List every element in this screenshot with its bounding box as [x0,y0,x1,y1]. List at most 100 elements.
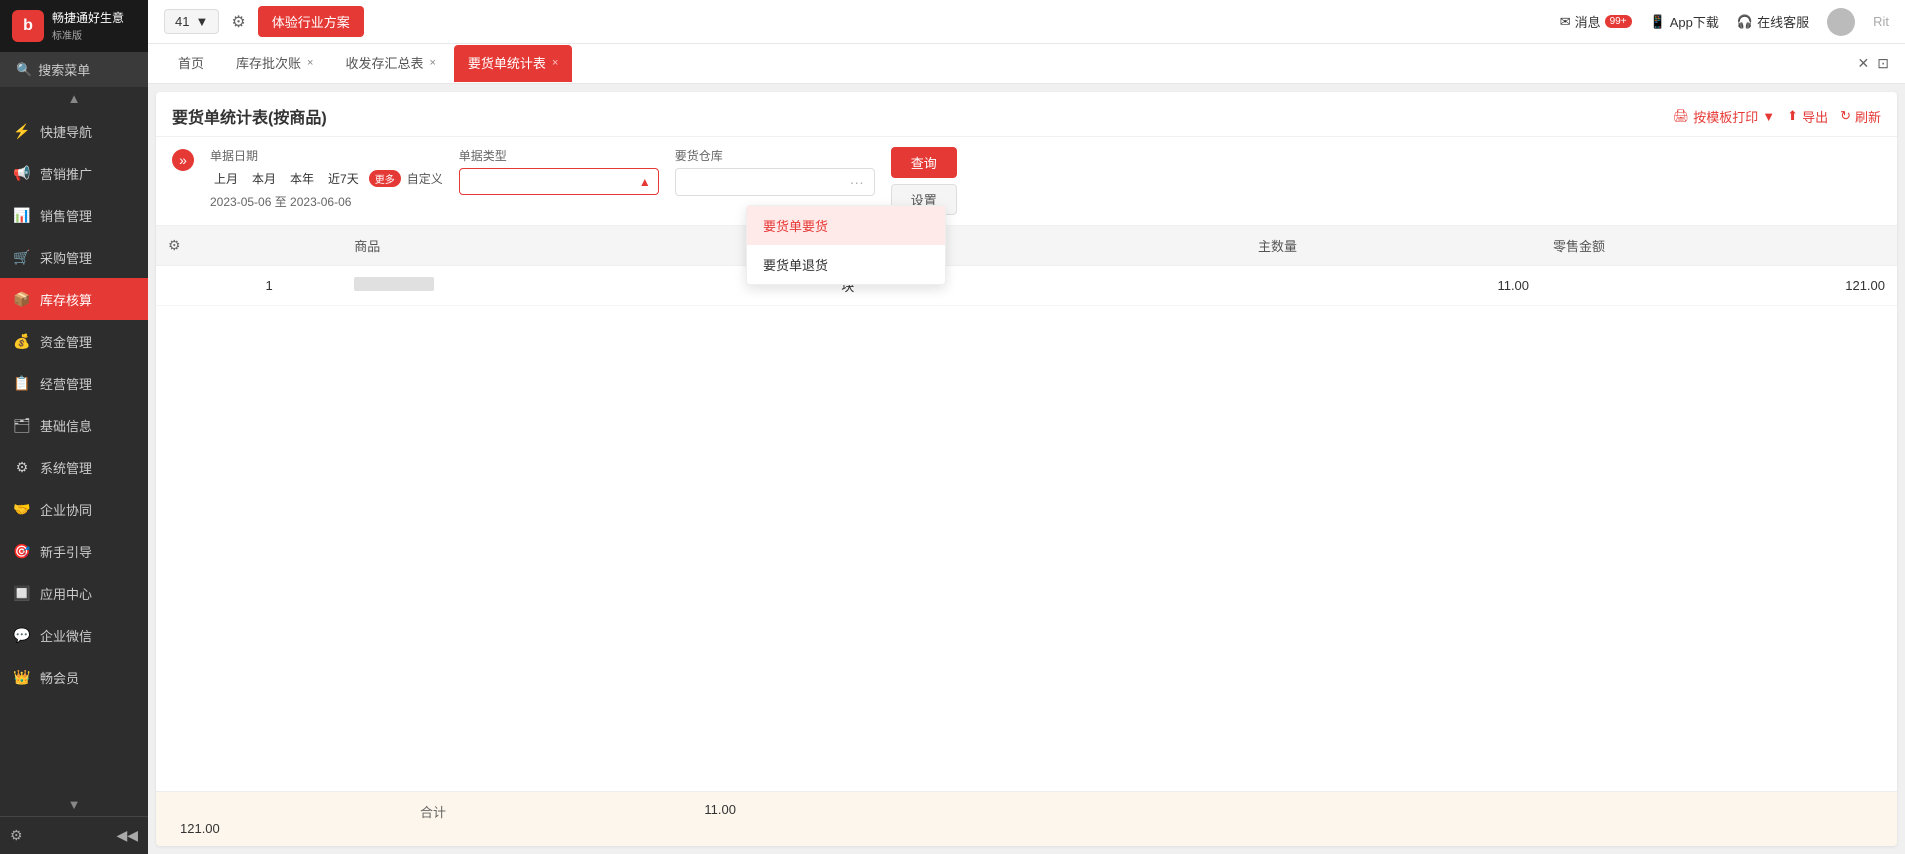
dropdown-item-label: 要货单退货 [763,258,828,273]
search-icon: 🔍 [16,62,32,78]
sidebar: b 畅捷通好生意 标准版 🔍 搜索菜单 ▲ ⚡ 快捷导航 📢 营销推广 📊 销售… [0,0,148,854]
total-empty-unit [528,802,628,821]
more-date-badge[interactable]: 更多 [369,170,401,187]
finance-icon: 💰 [12,331,32,351]
collapse-sidebar-btn[interactable]: ◀◀ [116,827,138,844]
tab-receive-summary[interactable]: 收发存汇总表 × [331,45,449,82]
sidebar-item-operations[interactable]: 📋 经营管理 [0,362,148,404]
operations-icon: 📋 [12,373,32,393]
sidebar-footer: ⚙ ◀◀ [0,816,148,854]
search-label: 搜索菜单 [38,60,90,79]
sidebar-item-enterprise-wechat[interactable]: 💬 企业微信 [0,614,148,656]
recent-7days-btn[interactable]: 近7天 [324,168,363,189]
sidebar-item-sales[interactable]: 📊 销售管理 [0,194,148,236]
sidebar-nav: ⚡ 快捷导航 📢 营销推广 📊 销售管理 🛒 采购管理 📦 库存核算 💰 资金管… [0,110,148,793]
tab-home[interactable]: 首页 [164,45,218,82]
branch-selector[interactable]: 41 ▼ [164,9,219,34]
col-header-index [196,226,342,266]
page-header: 要货单统计表(按商品) 🖨 按模板打印 ▼ ⬆ 导出 ↻ 刷新 [156,92,1897,137]
settings-bottom-btn[interactable]: ⚙ [10,827,23,844]
table-footer: 合计 11.00 121.00 [156,791,1897,846]
user-avatar[interactable] [1827,8,1855,36]
row-amount: 121.00 [1541,266,1897,306]
sidebar-item-finance[interactable]: 💰 资金管理 [0,320,148,362]
current-year-btn[interactable]: 本年 [286,168,318,189]
branch-value: 41 [175,14,189,29]
tab-close-receive-summary[interactable]: × [429,57,435,69]
total-quantity: 11.00 [628,802,748,821]
sidebar-item-newbie[interactable]: 🎯 新手引导 [0,530,148,572]
tab-window-controls: ✕ ⊡ [1858,55,1889,72]
sidebar-item-quick-nav[interactable]: ⚡ 快捷导航 [0,110,148,152]
headphone-icon: 🎧 [1737,14,1753,30]
marketing-icon: 📢 [12,163,32,183]
system-icon: ⚙ [12,457,32,477]
refresh-icon: ↻ [1840,108,1851,124]
filter-expand-btn[interactable]: » [172,149,194,171]
tab-order-stats[interactable]: 要货单统计表 × [454,45,572,82]
warehouse-filter-label: 要货仓库 [675,147,875,164]
sidebar-item-system[interactable]: ⚙ 系统管理 [0,446,148,488]
vip-icon: 👑 [12,667,32,687]
type-select-input[interactable] [459,168,659,195]
messages-btn[interactable]: ✉ 消息 99+ [1560,12,1632,31]
print-template-btn[interactable]: 🖨 按模板打印 ▼ [1673,107,1775,126]
total-row: 合计 11.00 121.00 [168,802,1885,836]
export-btn[interactable]: ⬆ 导出 [1787,107,1828,126]
dropdown-item-order-goods[interactable]: 要货单要货 [747,206,945,245]
sidebar-search[interactable]: 🔍 搜索菜单 [0,52,148,87]
basic-info-icon: 🗂 [12,415,32,435]
sidebar-logo: b 畅捷通好生意 标准版 [0,0,148,52]
sidebar-item-label: 资金管理 [40,332,92,351]
prev-month-btn[interactable]: 上月 [210,168,242,189]
dropdown-item-label: 要货单要货 [763,219,828,234]
export-icon: ⬆ [1787,108,1798,124]
sidebar-item-vip[interactable]: 👑 畅会员 [0,656,148,698]
app-logo-icon: b [12,10,44,42]
sidebar-item-marketing[interactable]: 📢 营销推广 [0,152,148,194]
warehouse-input[interactable] [686,175,850,190]
custom-date-btn[interactable]: 自定义 [407,170,443,187]
restore-tab-btn[interactable]: ⊡ [1877,55,1889,72]
current-month-btn[interactable]: 本月 [248,168,280,189]
quick-nav-icon: ⚡ [12,121,32,141]
tab-close-order-stats[interactable]: × [552,57,558,69]
tab-home-label: 首页 [178,53,204,72]
sidebar-item-purchase[interactable]: 🛒 采购管理 [0,236,148,278]
dropdown-item-order-return[interactable]: 要货单退货 [747,245,945,284]
inventory-icon: 📦 [12,289,32,309]
page-title: 要货单统计表(按商品) [172,104,327,128]
close-tab-btn[interactable]: ✕ [1858,55,1870,72]
total-amount: 121.00 [168,821,208,836]
tab-close-inventory-batch[interactable]: × [307,57,313,69]
date-range-display: 2023-05-06 至 2023-06-06 [210,193,443,210]
online-service-label: 在线客服 [1757,12,1809,31]
page-content: 要货单统计表(按商品) 🖨 按模板打印 ▼ ⬆ 导出 ↻ 刷新 » [156,92,1897,846]
tab-inventory-batch[interactable]: 库存批次账 × [222,45,327,82]
query-btn[interactable]: 查询 [891,147,957,178]
total-empty-settings [168,802,208,821]
header-settings-btn[interactable]: ⚙ [231,12,245,32]
refresh-btn[interactable]: ↻ 刷新 [1840,107,1881,126]
page-actions: 🖨 按模板打印 ▼ ⬆ 导出 ↻ 刷新 [1673,107,1881,126]
header-right: ✉ 消息 99+ 📱 App下载 🎧 在线客服 Rit [1560,8,1889,36]
type-dropdown-arrow[interactable]: ▲ [639,175,651,189]
sidebar-item-enterprise-collab[interactable]: 🤝 企业协同 [0,488,148,530]
app-download-btn[interactable]: 📱 App下载 [1650,12,1719,31]
warehouse-more-btn[interactable]: ··· [850,174,864,190]
sidebar-item-app-center[interactable]: 🔲 应用中心 [0,572,148,614]
scroll-up-arrow[interactable]: ▲ [0,87,148,110]
sidebar-item-label: 新手引导 [40,542,92,561]
online-service-btn[interactable]: 🎧 在线客服 [1737,12,1809,31]
refresh-label: 刷新 [1855,107,1881,126]
sidebar-item-basic-info[interactable]: 🗂 基础信息 [0,404,148,446]
table-body: 1 块 11.00 121.00 [156,266,1897,306]
table-column-settings-btn[interactable]: ⚙ [168,237,181,254]
wechat-icon: 💬 [12,625,32,645]
date-filter-label: 单据日期 [210,147,443,164]
mobile-icon: 📱 [1650,14,1666,30]
trial-industry-btn[interactable]: 体验行业方案 [258,6,364,37]
sidebar-item-inventory[interactable]: 📦 库存核算 [0,278,148,320]
warehouse-input-wrapper: ··· [675,168,875,196]
scroll-down-arrow[interactable]: ▼ [0,793,148,816]
